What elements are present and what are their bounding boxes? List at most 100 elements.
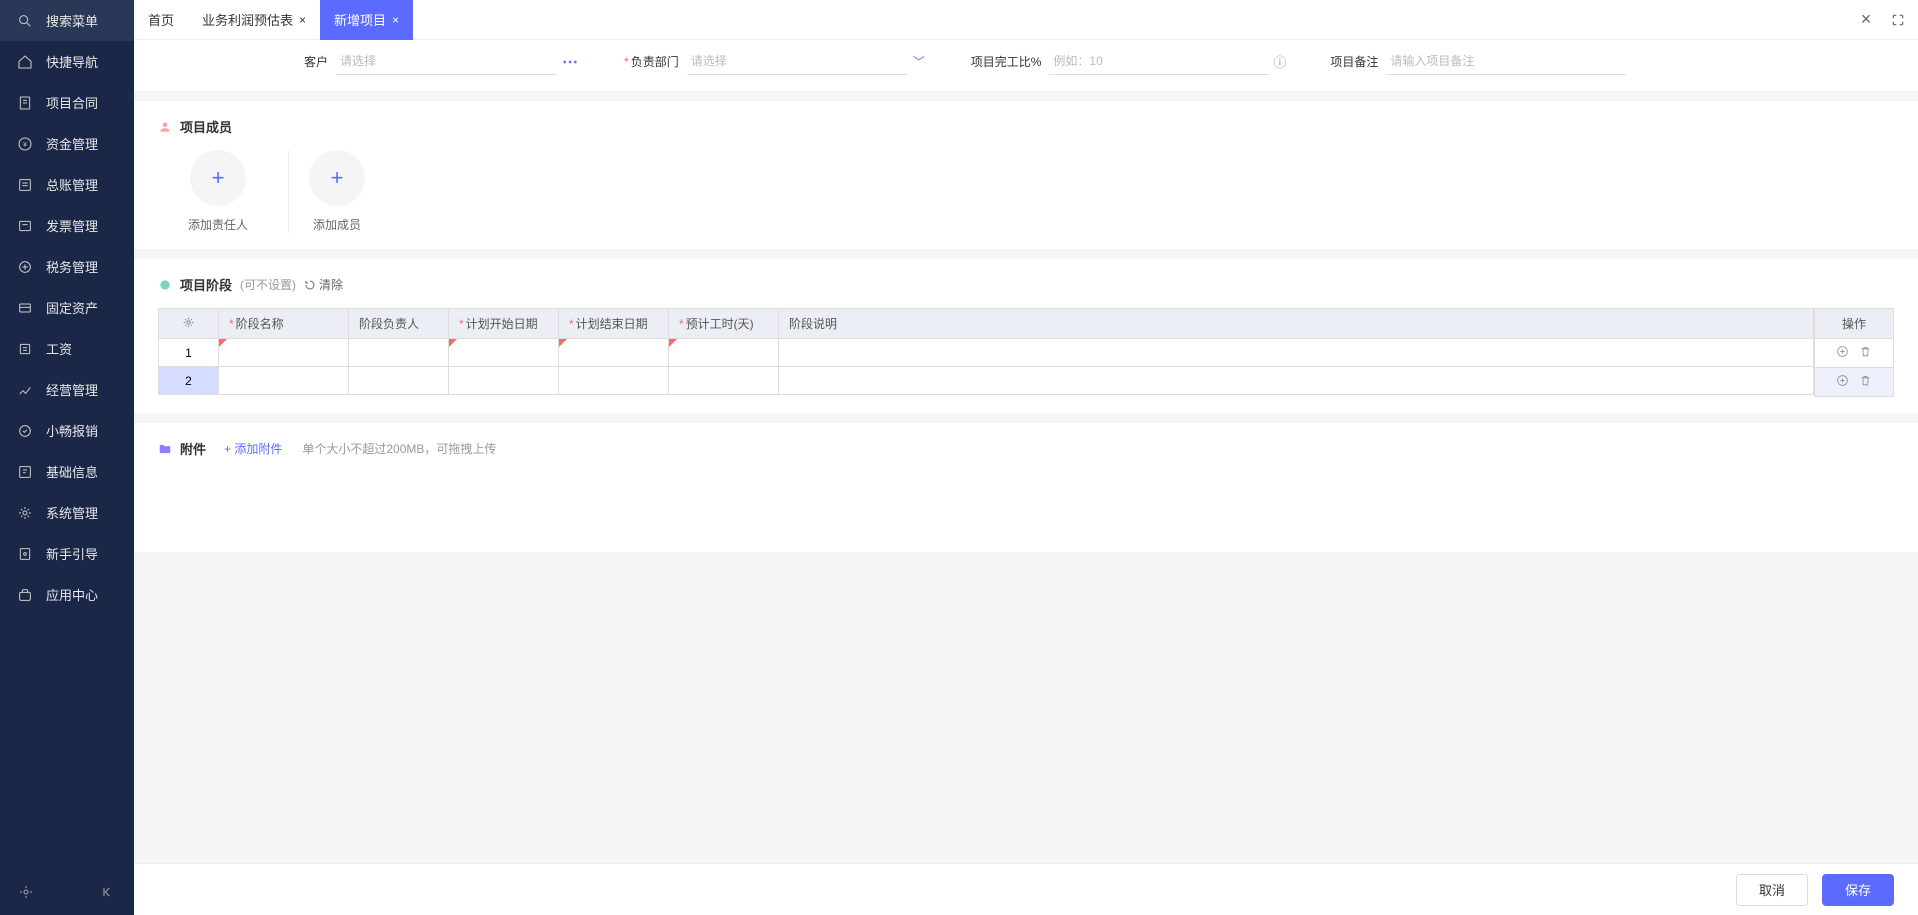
search-icon xyxy=(16,12,34,30)
tax-icon xyxy=(16,258,34,276)
col-hours: *预计工时(天) xyxy=(669,309,779,339)
row-ops xyxy=(1815,339,1894,368)
section-title: 附件 xyxy=(180,439,206,458)
sidebar: 搜索菜单 快捷导航 项目合同 ¥ 资金管理 总账管理 发票管理 税务管理 固定资 xyxy=(0,0,134,915)
tab-label: 新增项目 xyxy=(334,10,386,29)
cell-start-date[interactable] xyxy=(449,367,559,395)
tab-label: 业务利润预估表 xyxy=(202,10,293,29)
members-icon xyxy=(158,120,172,134)
field-dept: *负责部门 ﹀ xyxy=(624,48,931,75)
col-phase-name: *阶段名称 xyxy=(219,309,349,339)
delete-row-icon[interactable] xyxy=(1859,374,1872,390)
cell-hours[interactable] xyxy=(669,339,779,367)
cell-hours[interactable] xyxy=(669,367,779,395)
ledger-icon xyxy=(16,176,34,194)
progress-input[interactable] xyxy=(1049,48,1269,75)
col-desc: 阶段说明 xyxy=(779,309,1814,339)
field-customer: 客户 ⋯ xyxy=(304,48,584,75)
sidebar-item-expense[interactable]: 小畅报销 xyxy=(0,410,134,451)
settings-icon[interactable] xyxy=(18,884,34,905)
sidebar-item-asset[interactable]: 固定资产 xyxy=(0,287,134,328)
guide-icon xyxy=(16,545,34,563)
attachment-hint: 单个大小不超过200MB，可拖拽上传 xyxy=(302,440,496,457)
home-icon xyxy=(16,53,34,71)
collapse-icon[interactable] xyxy=(100,884,116,905)
save-button[interactable]: 保存 xyxy=(1822,874,1894,906)
sidebar-item-invoice[interactable]: 发票管理 xyxy=(0,205,134,246)
sidebar-item-tax[interactable]: 税务管理 xyxy=(0,246,134,287)
table-row[interactable]: 1 xyxy=(159,339,1814,367)
more-icon[interactable]: ⋯ xyxy=(556,52,584,72)
tab-home[interactable]: 首页 xyxy=(134,0,188,40)
cell-phase-owner[interactable] xyxy=(349,367,449,395)
expense-icon xyxy=(16,422,34,440)
sidebar-item-quicknav[interactable]: 快捷导航 xyxy=(0,41,134,82)
close-icon[interactable]: × xyxy=(299,13,306,27)
row-number: 2 xyxy=(159,367,219,395)
apps-icon xyxy=(16,586,34,604)
sidebar-label: 快捷导航 xyxy=(46,52,98,71)
cell-start-date[interactable] xyxy=(449,339,559,367)
help-icon[interactable]: ⓘ xyxy=(1269,52,1290,71)
sidebar-label: 发票管理 xyxy=(46,216,98,235)
close-panel-icon[interactable]: × xyxy=(1854,8,1878,32)
cell-phase-name[interactable] xyxy=(219,339,349,367)
sidebar-label: 经营管理 xyxy=(46,380,98,399)
sidebar-item-info[interactable]: 基础信息 xyxy=(0,451,134,492)
sidebar-label: 资金管理 xyxy=(46,134,98,153)
asset-icon xyxy=(16,299,34,317)
sidebar-item-guide[interactable]: 新手引导 xyxy=(0,533,134,574)
sidebar-item-salary[interactable]: 工资 xyxy=(0,328,134,369)
cell-phase-owner[interactable] xyxy=(349,339,449,367)
tab-label: 首页 xyxy=(148,10,174,29)
dept-input[interactable] xyxy=(687,48,907,75)
tab-new-project[interactable]: 新增项目 × xyxy=(320,0,413,40)
section-members: 项目成员 + 添加责任人 + 添加成员 xyxy=(134,101,1918,249)
cell-desc[interactable] xyxy=(779,367,1814,395)
money-icon: ¥ xyxy=(16,135,34,153)
add-row-icon[interactable] xyxy=(1836,345,1849,361)
customer-input[interactable] xyxy=(336,48,556,75)
delete-row-icon[interactable] xyxy=(1859,345,1872,361)
cell-end-date[interactable] xyxy=(559,339,669,367)
info-icon xyxy=(16,463,34,481)
footer-actions: 取消 保存 xyxy=(134,863,1918,915)
field-label: 客户 xyxy=(304,53,328,70)
cell-phase-name[interactable] xyxy=(219,367,349,395)
add-attachment-button[interactable]: + 添加附件 xyxy=(224,440,282,457)
sidebar-item-biz[interactable]: 经营管理 xyxy=(0,369,134,410)
sidebar-item-search[interactable]: 搜索菜单 xyxy=(0,0,134,41)
add-owner-button[interactable]: + xyxy=(190,150,246,206)
sidebar-label: 总账管理 xyxy=(46,175,98,194)
sidebar-label: 固定资产 xyxy=(46,298,98,317)
field-label: 项目完工比% xyxy=(971,53,1042,70)
tab-profit-estimate[interactable]: 业务利润预估表 × xyxy=(188,0,320,40)
field-label: *负责部门 xyxy=(624,53,679,70)
gear-column-header[interactable] xyxy=(159,309,219,339)
cell-end-date[interactable] xyxy=(559,367,669,395)
section-title: 项目阶段 xyxy=(180,275,232,294)
cell-desc[interactable] xyxy=(779,339,1814,367)
section-phases: 项目阶段 (可不设置) 清除 *阶段名称 xyxy=(134,259,1918,413)
col-start-date: *计划开始日期 xyxy=(449,309,559,339)
add-member-button[interactable]: + xyxy=(309,150,365,206)
sidebar-label: 新手引导 xyxy=(46,544,98,563)
add-row-icon[interactable] xyxy=(1836,374,1849,390)
sidebar-item-funds[interactable]: ¥ 资金管理 xyxy=(0,123,134,164)
fullscreen-icon[interactable] xyxy=(1886,8,1910,32)
clear-button[interactable]: 清除 xyxy=(304,276,343,293)
cancel-button[interactable]: 取消 xyxy=(1736,874,1808,906)
close-icon[interactable]: × xyxy=(392,13,399,27)
sidebar-label: 项目合同 xyxy=(46,93,98,112)
chevron-down-icon[interactable]: ﹀ xyxy=(907,53,931,70)
sidebar-item-contract[interactable]: 项目合同 xyxy=(0,82,134,123)
sidebar-item-ledger[interactable]: 总账管理 xyxy=(0,164,134,205)
sidebar-item-apps[interactable]: 应用中心 xyxy=(0,574,134,615)
sidebar-label: 税务管理 xyxy=(46,257,98,276)
remark-input[interactable] xyxy=(1386,48,1626,75)
svg-text:¥: ¥ xyxy=(23,141,27,148)
row-number: 1 xyxy=(159,339,219,367)
folder-icon xyxy=(158,442,172,456)
table-row[interactable]: 2 xyxy=(159,367,1814,395)
sidebar-item-system[interactable]: 系统管理 xyxy=(0,492,134,533)
